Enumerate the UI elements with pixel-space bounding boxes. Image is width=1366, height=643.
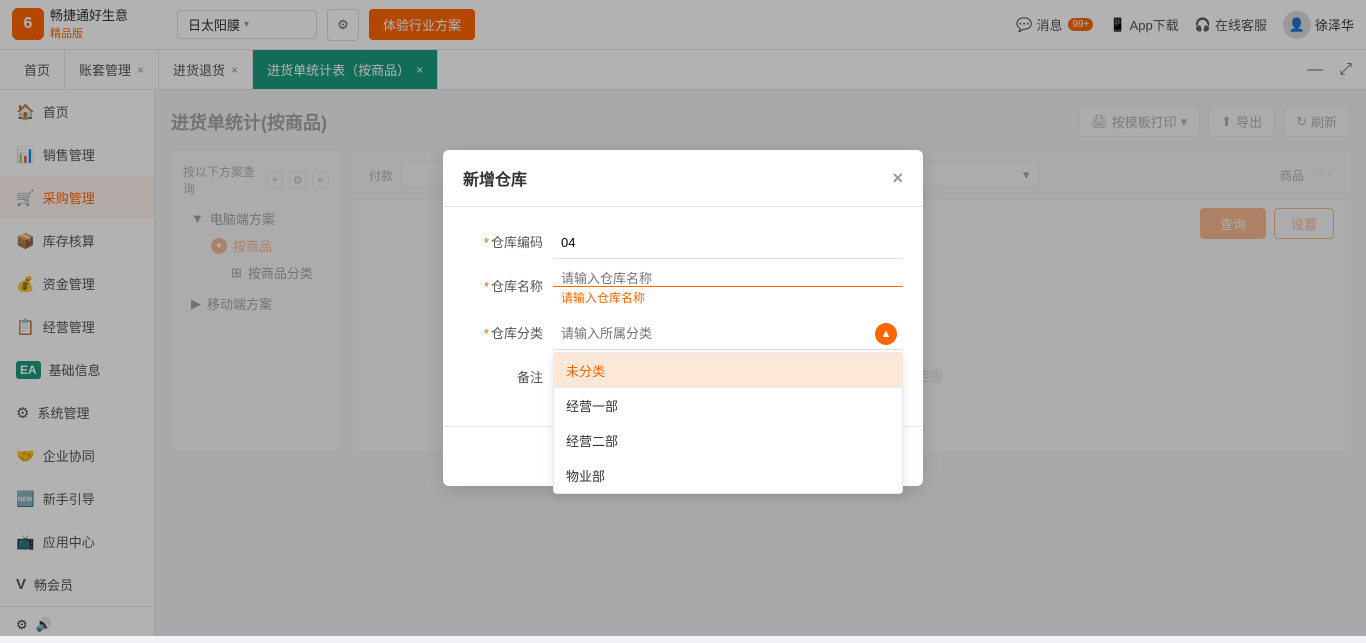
warehouse-code-row: 仓库编码 [463, 227, 903, 259]
category-label: 仓库分类 [463, 318, 553, 350]
modal-overlay: 新增仓库 × 仓库编码 仓库名称 请输入仓库名称 仓库分类 [0, 0, 1366, 636]
name-error-text: 请输入仓库名称 [553, 289, 903, 306]
category-input[interactable] [553, 318, 903, 350]
modal-body: 仓库编码 仓库名称 请输入仓库名称 仓库分类 ▲ 未分类 [443, 207, 923, 426]
dropdown-item-dept2[interactable]: 经营二部 [554, 423, 902, 458]
dropdown-item-unclassified[interactable]: 未分类 [554, 353, 902, 388]
name-label: 仓库名称 [463, 271, 553, 303]
warehouse-name-row: 仓库名称 请输入仓库名称 [463, 271, 903, 306]
modal-close-button[interactable]: × [892, 168, 903, 189]
name-input[interactable] [553, 271, 903, 287]
dropdown-item-dept1[interactable]: 经营一部 [554, 388, 902, 423]
new-warehouse-modal: 新增仓库 × 仓库编码 仓库名称 请输入仓库名称 仓库分类 [443, 150, 923, 486]
code-input[interactable] [553, 227, 903, 259]
modal-title: 新增仓库 [463, 166, 527, 190]
category-dropdown-list: 未分类 经营一部 经营二部 物业部 [553, 352, 903, 494]
code-label: 仓库编码 [463, 227, 553, 259]
dropdown-item-property[interactable]: 物业部 [554, 458, 902, 493]
category-dropdown: ▲ 未分类 经营一部 经营二部 物业部 [553, 318, 903, 350]
category-dropdown-arrow[interactable]: ▲ [875, 323, 897, 345]
note-label: 备注 [463, 362, 553, 394]
modal-header: 新增仓库 × [443, 150, 923, 207]
warehouse-category-row: 仓库分类 ▲ 未分类 经营一部 经营二部 物业部 [463, 318, 903, 350]
